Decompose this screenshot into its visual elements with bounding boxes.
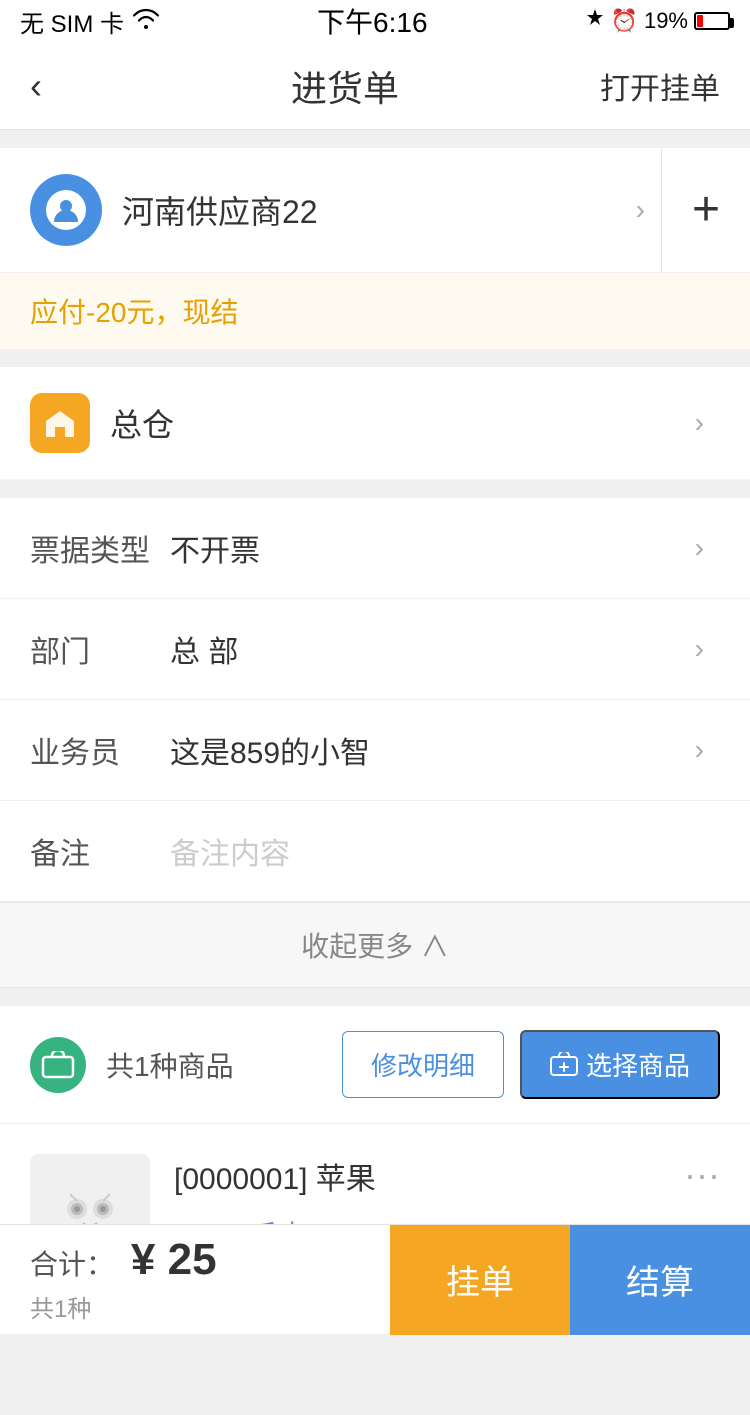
supplier-avatar (30, 174, 102, 246)
remark-row[interactable]: 备注 备注内容 (0, 801, 750, 902)
department-row[interactable]: 部门 总 部 › (0, 599, 750, 700)
products-icon (30, 1037, 86, 1093)
divider-2 (0, 349, 750, 367)
form-section: 票据类型 不开票 › 部门 总 部 › 业务员 这是859的小智 › 备注 备注… (0, 498, 750, 902)
battery-icon (694, 12, 730, 30)
invoice-type-value: 不开票 (170, 526, 679, 570)
carrier-text: 无 SIM 卡 (20, 4, 124, 39)
total-label: 合计： (30, 1249, 114, 1280)
supplier-section: 河南供应商22 › + (0, 148, 750, 273)
department-value: 总 部 (170, 627, 679, 671)
product-more-button[interactable]: ··· (668, 1154, 720, 1196)
open-hold-button[interactable]: 打开挂单 (600, 64, 720, 108)
divider-3 (0, 480, 750, 498)
remark-input[interactable]: 备注内容 (170, 829, 720, 873)
invoice-type-label: 票据类型 (30, 526, 170, 570)
sales-person-row[interactable]: 业务员 这是859的小智 › (0, 700, 750, 801)
products-header: 共1种商品 修改明细 选择商品 (0, 1006, 750, 1124)
select-product-label: 选择商品 (586, 1046, 690, 1083)
collapse-button[interactable]: 收起更多 ∧ (0, 902, 750, 988)
location-icon (585, 7, 605, 35)
battery-percent: 19% (644, 8, 688, 34)
status-bar: 无 SIM 卡 下午6:16 ⏰ 19% (0, 0, 750, 42)
divider-1 (0, 130, 750, 148)
product-name: [0000001] 苹果 (174, 1154, 668, 1198)
hold-order-button[interactable]: 挂单 (390, 1225, 570, 1335)
nav-bar: ‹ 进货单 打开挂单 (0, 42, 750, 130)
footer: 合计： ¥ 25 共1种 挂单 结算 (0, 1224, 750, 1334)
total-amount: ¥ 25 (131, 1235, 217, 1284)
supplier-chevron-icon: › (620, 194, 661, 226)
warehouse-chevron-icon: › (679, 407, 720, 439)
alarm-icon: ⏰ (611, 8, 638, 34)
product-code: [0000001] (174, 1163, 316, 1196)
warehouse-section[interactable]: 总仓 › (0, 367, 750, 480)
settle-button[interactable]: 结算 (570, 1225, 750, 1335)
sales-person-label: 业务员 (30, 728, 170, 772)
invoice-chevron-icon: › (679, 532, 720, 564)
status-time: 下午6:16 (317, 1, 428, 41)
status-right: ⏰ 19% (585, 7, 730, 35)
back-button[interactable]: ‹ (30, 65, 90, 107)
edit-detail-button[interactable]: 修改明细 (342, 1031, 504, 1098)
supplier-row[interactable]: 河南供应商22 › (30, 148, 662, 272)
payment-notice: 应付-20元，现结 (0, 273, 750, 349)
avatar-inner (46, 190, 86, 230)
page-title: 进货单 (291, 60, 399, 112)
status-left: 无 SIM 卡 (20, 4, 160, 39)
add-supplier-button[interactable]: + (662, 186, 720, 234)
product-title: 苹果 (316, 1163, 376, 1196)
item-count: 共1种 (30, 1289, 360, 1324)
sales-person-chevron-icon: › (679, 734, 720, 766)
supplier-name: 河南供应商22 (122, 187, 620, 233)
footer-total: 合计： ¥ 25 共1种 (0, 1235, 390, 1324)
wifi-icon (132, 7, 160, 36)
select-product-button[interactable]: 选择商品 (520, 1030, 720, 1099)
products-count: 共1种商品 (106, 1045, 342, 1085)
remark-label: 备注 (30, 829, 170, 873)
department-chevron-icon: › (679, 633, 720, 665)
invoice-type-row[interactable]: 票据类型 不开票 › (0, 498, 750, 599)
warehouse-name: 总仓 (110, 400, 679, 446)
warehouse-icon (30, 393, 90, 453)
sales-person-value: 这是859的小智 (170, 728, 679, 772)
department-label: 部门 (30, 627, 170, 671)
